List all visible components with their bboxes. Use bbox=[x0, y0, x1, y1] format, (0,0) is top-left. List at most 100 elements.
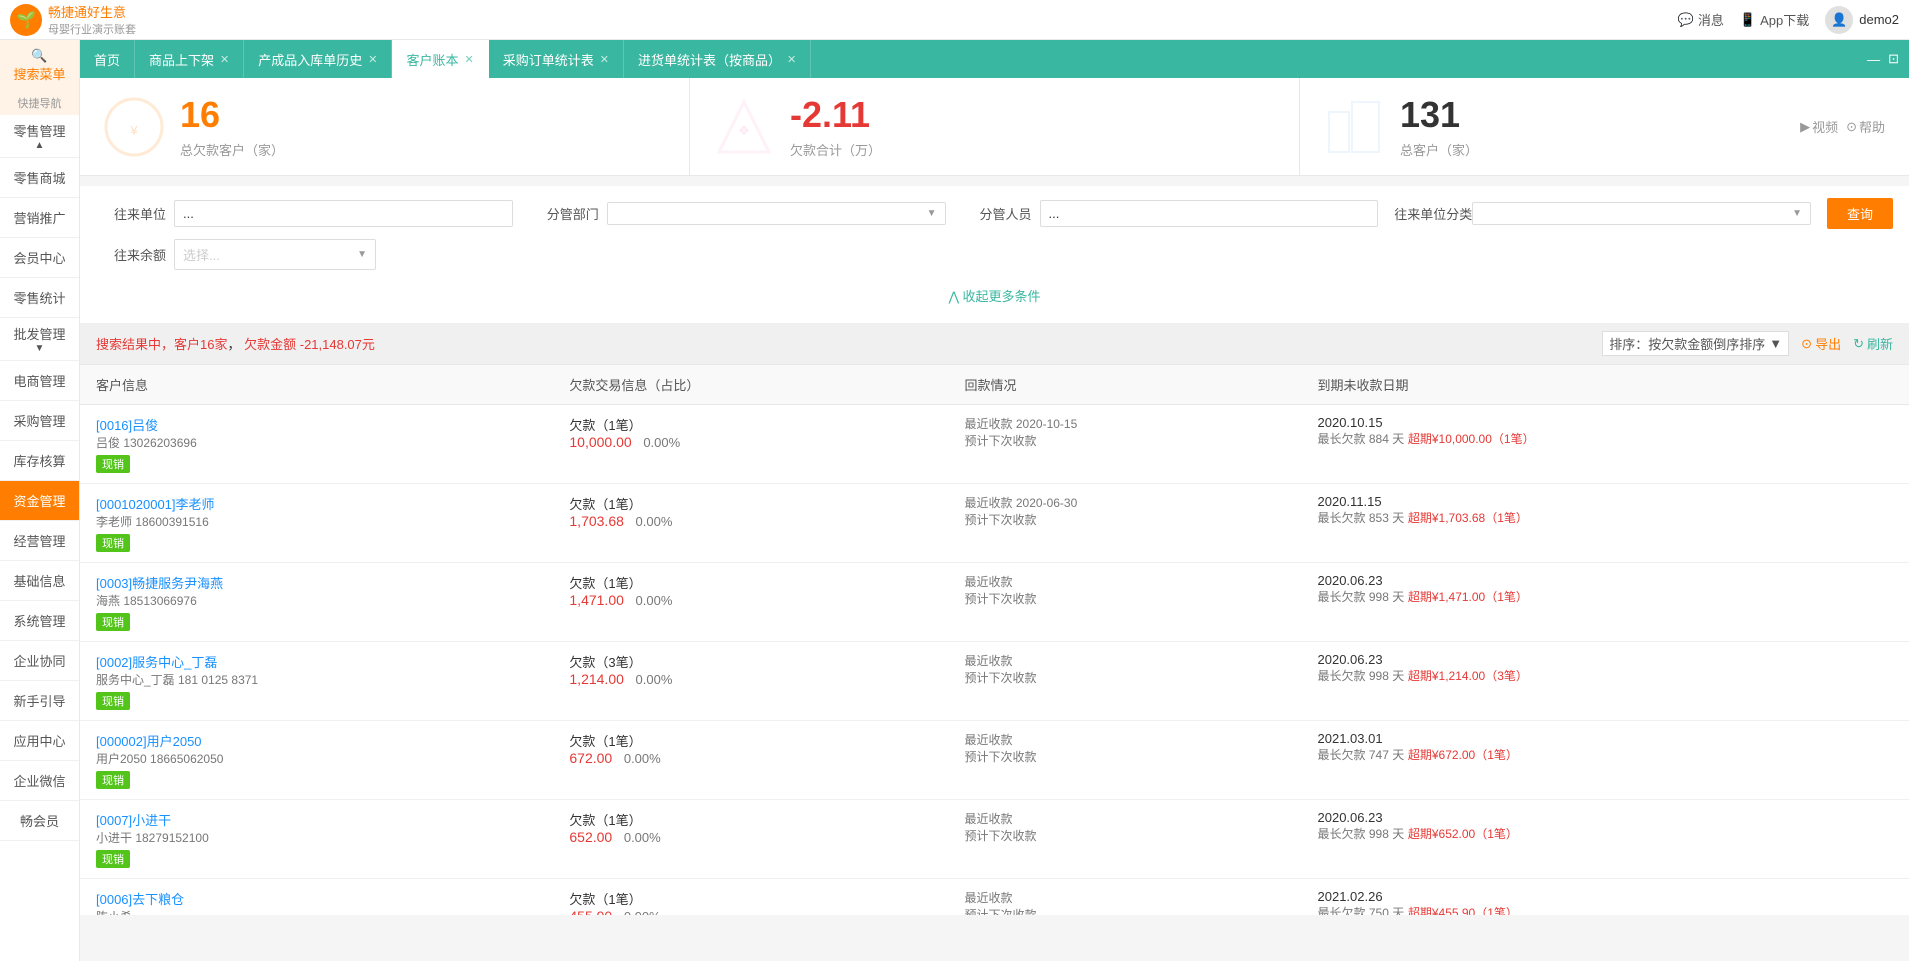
sidebar-item-sys-mgmt[interactable]: 系统管理 bbox=[0, 601, 79, 641]
customer-name-link[interactable]: [000002]用户2050 bbox=[96, 734, 202, 749]
overdue-amount[interactable]: 超期¥455.90（1笔） bbox=[1408, 906, 1518, 915]
expand-arrow2: ▼ bbox=[35, 343, 45, 354]
tab-products-offline-close[interactable]: ✕ bbox=[220, 53, 229, 66]
customer-info-cell: [0006]去下粮仓 陈小希 现销 bbox=[80, 879, 553, 916]
sort-select[interactable]: 排序：按欠款金额倒序排序 ▼ bbox=[1602, 331, 1789, 356]
col-recovery: 回款情况 bbox=[949, 365, 1302, 405]
filter-area: 往来单位 ... 分管部门 ▼ bbox=[80, 186, 1909, 323]
corp-wechat-label: 企业微信 bbox=[4, 771, 75, 790]
query-button[interactable]: 查询 bbox=[1827, 198, 1893, 229]
overdue-amount[interactable]: 超期¥1,703.68（1笔） bbox=[1408, 511, 1528, 525]
debt-amount: 672.00 bbox=[569, 750, 612, 766]
refresh-btn[interactable]: ↻ 刷新 bbox=[1853, 334, 1893, 353]
sidebar-item-app-center[interactable]: 应用中心 bbox=[0, 721, 79, 761]
customer-name-link[interactable]: [0002]服务中心_丁磊 bbox=[96, 655, 217, 670]
tab-purchase-stats[interactable]: 采购订单统计表 ✕ bbox=[489, 40, 624, 78]
search-icon: 🔍 bbox=[6, 48, 73, 64]
sidebar-item-retail-mgmt[interactable]: 零售管理 ▲ bbox=[0, 115, 79, 158]
tab-purchase-stats-close[interactable]: ✕ bbox=[600, 53, 609, 66]
view-video-btn[interactable]: ▶ 视频 bbox=[1800, 117, 1838, 136]
next-payment: 预计下次收款 bbox=[965, 750, 1037, 764]
tab-production-history[interactable]: 产成品入库单历史 ✕ bbox=[244, 40, 392, 78]
expand-arrow: ▲ bbox=[35, 140, 45, 151]
sidebar-item-capital-mgmt[interactable]: 资金管理 bbox=[0, 481, 79, 521]
latest-payment: 最近收款 2020-06-30 bbox=[965, 496, 1078, 510]
sidebar-item-purchase-mgmt[interactable]: 采购管理 bbox=[0, 401, 79, 441]
latest-payment: 最近收款 bbox=[965, 654, 1013, 668]
customer-name-link[interactable]: [0003]畅捷服务尹海燕 bbox=[96, 576, 223, 591]
dept-label: 分管部门 bbox=[529, 204, 599, 223]
user-menu[interactable]: 👤 demo2 bbox=[1825, 6, 1899, 34]
sidebar-item-member-plus[interactable]: 畅会员 bbox=[0, 801, 79, 841]
export-btn[interactable]: ⊙ 导出 bbox=[1801, 334, 1841, 353]
sidebar-item-marketing[interactable]: 营销推广 bbox=[0, 198, 79, 238]
sidebar-item-inventory[interactable]: 库存核算 bbox=[0, 441, 79, 481]
debt-amount: 1,214.00 bbox=[569, 671, 624, 687]
balance-select[interactable]: 选择... ▼ bbox=[174, 239, 376, 270]
sidebar-search[interactable]: 🔍 搜索菜单 bbox=[0, 40, 79, 91]
from-unit-input[interactable]: ... bbox=[174, 200, 513, 227]
maximize-btn[interactable]: ⊡ bbox=[1888, 51, 1899, 67]
overdue-date: 2020.06.23 bbox=[1318, 810, 1383, 825]
customer-tag: 现销 bbox=[96, 534, 130, 552]
results-summary: 搜索结果中，客户16家 bbox=[96, 337, 227, 352]
stats-row: ¥ 16 总欠款客户（家） ❖ -2.11 欠款合计（万） bbox=[80, 78, 1909, 176]
manager-input[interactable]: ... bbox=[1040, 200, 1379, 227]
main-layout: 🔍 搜索菜单 快捷导航 零售管理 ▲ 零售商城 营销推广 会员中心 零售统计 批… bbox=[0, 40, 1909, 961]
sidebar-item-ops-mgmt[interactable]: 经营管理 bbox=[0, 521, 79, 561]
content-area: 首页 商品上下架 ✕ 产成品入库单历史 ✕ 客户账本 ✕ 采购订单统计表 ✕ bbox=[80, 40, 1909, 961]
overdue-date: 2021.03.01 bbox=[1318, 731, 1383, 746]
next-payment: 预计下次收款 bbox=[965, 513, 1037, 527]
sidebar-item-ecommerce[interactable]: 电商管理 bbox=[0, 361, 79, 401]
tab-customer-account-close[interactable]: ✕ bbox=[465, 53, 474, 66]
app-download-btn[interactable]: 📱 App下载 bbox=[1740, 10, 1809, 29]
sidebar-item-new-guide[interactable]: 新手引导 bbox=[0, 681, 79, 721]
customer-name-link[interactable]: [0006]去下粮仓 bbox=[96, 892, 184, 907]
help-btn[interactable]: ⊙ 帮助 bbox=[1846, 117, 1885, 136]
sidebar-item-corp-collab[interactable]: 企业协同 bbox=[0, 641, 79, 681]
collapse-row[interactable]: ⋀ 收起更多条件 bbox=[96, 280, 1893, 311]
message-btn[interactable]: 💬 消息 bbox=[1678, 10, 1724, 29]
inventory-label: 库存核算 bbox=[4, 451, 75, 470]
overdue-amount[interactable]: 超期¥10,000.00（1笔） bbox=[1408, 432, 1535, 446]
nav-label: 快捷导航 bbox=[0, 91, 79, 115]
table-header: 客户信息 欠款交易信息（占比） 回款情况 到期未收款日期 bbox=[80, 365, 1909, 405]
tab-purchase-stats2[interactable]: 进货单统计表（按商品） ✕ bbox=[624, 40, 811, 78]
debt-customers-icon: ¥ bbox=[104, 97, 164, 157]
balance-arrow: ▼ bbox=[357, 249, 367, 260]
sidebar-item-member-center[interactable]: 会员中心 bbox=[0, 238, 79, 278]
sidebar-item-retail-stats[interactable]: 零售统计 bbox=[0, 278, 79, 318]
page-content: ¥ 16 总欠款客户（家） ❖ -2.11 欠款合计（万） bbox=[80, 78, 1909, 961]
sidebar-item-batch-mgmt[interactable]: 批发管理 ▼ bbox=[0, 318, 79, 361]
app-download-label: App下载 bbox=[1760, 10, 1809, 29]
debt-count: 欠款（1笔） bbox=[569, 576, 641, 591]
sidebar-item-retail-store[interactable]: 零售商城 bbox=[0, 158, 79, 198]
customer-name-link[interactable]: [0007]小进干 bbox=[96, 813, 171, 828]
overdue-amount[interactable]: 超期¥652.00（1笔） bbox=[1408, 827, 1518, 841]
dept-select[interactable]: ▼ bbox=[607, 202, 946, 225]
latest-payment: 最近收款 2020-10-15 bbox=[965, 417, 1078, 431]
overdue-date-cell: 2020.06.23 最长欠款 998 天 超期¥1,471.00（1笔） bbox=[1302, 563, 1909, 642]
tab-products-offline-label: 商品上下架 bbox=[149, 50, 214, 69]
refresh-label: 刷新 bbox=[1867, 334, 1893, 353]
tab-products-offline[interactable]: 商品上下架 ✕ bbox=[135, 40, 244, 78]
customer-tag: 现销 bbox=[96, 692, 130, 710]
tab-production-history-close[interactable]: ✕ bbox=[368, 53, 377, 66]
overdue-amount[interactable]: 超期¥1,214.00（3笔） bbox=[1408, 669, 1528, 683]
overdue-amount[interactable]: 超期¥672.00（1笔） bbox=[1408, 748, 1518, 762]
customer-phone: 海燕 18513066976 bbox=[96, 594, 197, 608]
tab-customer-account[interactable]: 客户账本 ✕ bbox=[392, 40, 488, 78]
debt-info-cell: 欠款（1笔） 1,703.68 0.00% bbox=[553, 484, 948, 563]
unit-class-select[interactable]: ▼ bbox=[1472, 202, 1811, 225]
overdue-amount[interactable]: 超期¥1,471.00（1笔） bbox=[1408, 590, 1528, 604]
sidebar-item-corp-wechat[interactable]: 企业微信 bbox=[0, 761, 79, 801]
manager-dots: ... bbox=[1049, 206, 1060, 221]
tab-home[interactable]: 首页 bbox=[80, 40, 135, 78]
customer-info-cell: [0003]畅捷服务尹海燕 海燕 18513066976 现销 bbox=[80, 563, 553, 642]
customer-tag: 现销 bbox=[96, 613, 130, 631]
sidebar-item-basic-info[interactable]: 基础信息 bbox=[0, 561, 79, 601]
minimize-btn[interactable]: — bbox=[1867, 52, 1880, 67]
customer-name-link[interactable]: [0016]吕俊 bbox=[96, 418, 158, 433]
customer-name-link[interactable]: [0001020001]李老师 bbox=[96, 497, 215, 512]
tab-purchase-stats2-close[interactable]: ✕ bbox=[787, 53, 796, 66]
